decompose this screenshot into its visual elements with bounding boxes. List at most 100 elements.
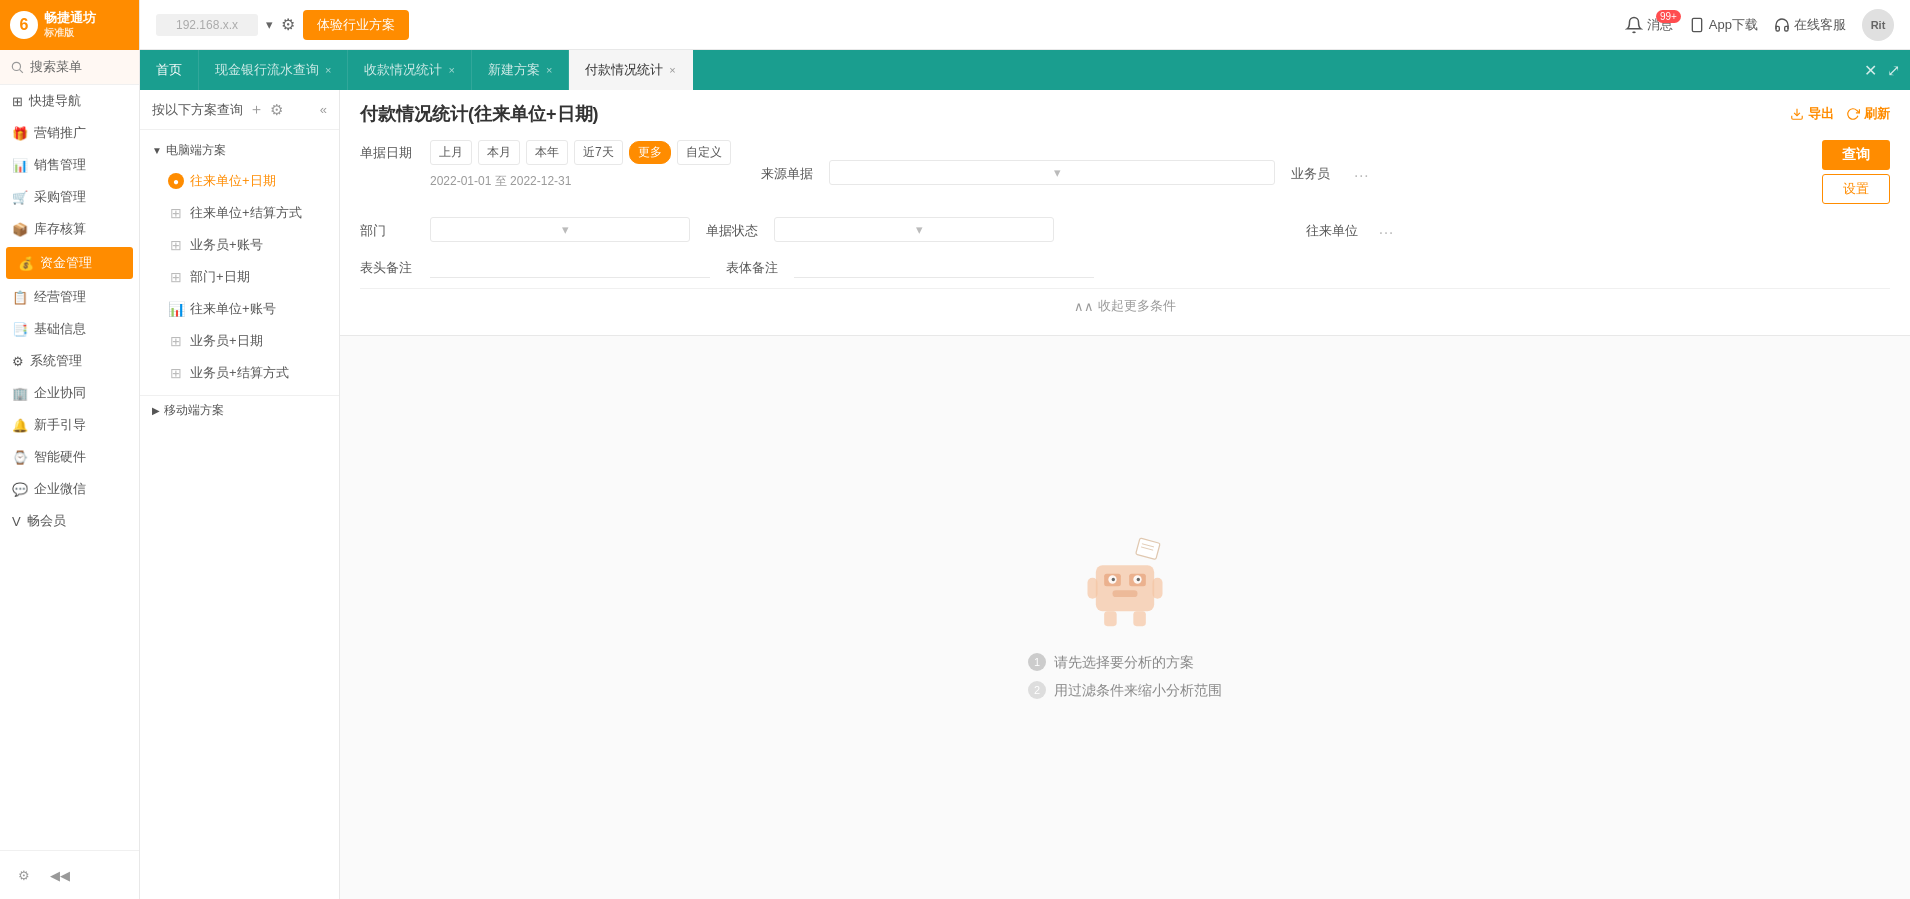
desktop-section-header[interactable]: ▼ 电脑端方案 xyxy=(140,136,339,165)
date-btn-this-month[interactable]: 本月 xyxy=(478,140,520,165)
sidebar-footer: ⚙ ◀◀ xyxy=(0,850,139,899)
marketing-icon: 🎁 xyxy=(12,126,28,141)
tab-expand-icon[interactable]: ⤢ xyxy=(1887,61,1900,80)
app-version: 标准版 xyxy=(44,26,96,40)
user-avatar[interactable]: Rit xyxy=(1862,9,1894,41)
app-download-btn[interactable]: App下载 xyxy=(1689,16,1758,34)
tab-new-scheme-close[interactable]: × xyxy=(546,64,552,76)
body-note-input[interactable] xyxy=(794,254,1094,278)
add-scheme-icon[interactable]: ＋ xyxy=(249,100,264,119)
date-btn-last-month[interactable]: 上月 xyxy=(430,140,472,165)
wechat-icon: 💬 xyxy=(12,482,28,497)
query-btn[interactable]: 查询 xyxy=(1822,140,1890,170)
sidebar-item-label: 新手引导 xyxy=(34,416,86,434)
sidebar-item-system[interactable]: ⚙ 系统管理 xyxy=(0,345,139,377)
tab-payment-stats[interactable]: 付款情况统计 × xyxy=(569,50,692,90)
notify-btn[interactable]: 消息 99+ xyxy=(1625,16,1673,34)
tip-num-2: 2 xyxy=(1028,681,1046,699)
sidebar-item-purchase[interactable]: 🛒 采购管理 xyxy=(0,181,139,213)
mobile-scheme-section: ▶ 移动端方案 xyxy=(140,395,339,425)
panel-collapse-icon[interactable]: « xyxy=(320,102,327,117)
scheme-item-staff-account[interactable]: ⊞ 业务员+账号 xyxy=(140,229,339,261)
page-actions: 导出 刷新 xyxy=(1790,105,1890,123)
scheme-item-partner-account[interactable]: 📊 往来单位+账号 xyxy=(140,293,339,325)
scheme-active-icon: ● xyxy=(168,173,184,189)
sidebar-item-marketing[interactable]: 🎁 营销推广 xyxy=(0,117,139,149)
notify-badge: 99+ xyxy=(1656,10,1681,23)
date-btn-this-year[interactable]: 本年 xyxy=(526,140,568,165)
tab-receipt-stats[interactable]: 收款情况统计 × xyxy=(348,50,471,90)
tab-bank-flow-close[interactable]: × xyxy=(325,64,331,76)
search-menu[interactable]: 搜索菜单 xyxy=(0,50,139,85)
tab-receipt-stats-close[interactable]: × xyxy=(448,64,454,76)
export-btn[interactable]: 导出 xyxy=(1790,105,1834,123)
service-icon xyxy=(1774,17,1790,33)
tab-bank-flow[interactable]: 现金银行流水查询 × xyxy=(199,50,348,90)
tab-home[interactable]: 首页 xyxy=(140,50,199,90)
date-btn-last-7days[interactable]: 近7天 xyxy=(574,140,623,165)
tip-text-2: 用过滤条件来缩小分析范围 xyxy=(1054,676,1222,704)
empty-state: 1 请先选择要分析的方案 2 用过滤条件来缩小分析范围 xyxy=(340,336,1910,899)
doc-status-select[interactable]: ▾ xyxy=(774,217,1054,242)
scheme-item-label: 业务员+日期 xyxy=(190,332,263,350)
settings-scheme-icon[interactable]: ⚙ xyxy=(270,101,283,119)
svg-rect-9 xyxy=(1088,577,1098,598)
date-btn-more[interactable]: 更多 xyxy=(629,141,671,164)
sidebar-item-label: 基础信息 xyxy=(34,320,86,338)
header-note-input[interactable] xyxy=(430,254,710,278)
system-icon: ⚙ xyxy=(12,354,24,369)
svg-point-0 xyxy=(12,62,20,70)
tab-payment-stats-close[interactable]: × xyxy=(669,64,675,76)
partner-selector[interactable]: … xyxy=(1374,216,1398,242)
tab-new-scheme-label: 新建方案 xyxy=(488,61,540,79)
sidebar-item-member[interactable]: V 畅会员 xyxy=(0,505,139,537)
scheme-grid-icon4: ⊞ xyxy=(168,333,184,349)
sidebar-item-operations[interactable]: 📋 经营管理 xyxy=(0,281,139,313)
tabs-bar-right: ✕ ⤢ xyxy=(1854,50,1910,90)
sidebar-item-guide[interactable]: 🔔 新手引导 xyxy=(0,409,139,441)
inventory-icon: 📦 xyxy=(12,222,28,237)
settings-filter-btn[interactable]: 设置 xyxy=(1822,174,1890,204)
sidebar-item-label: 畅会员 xyxy=(27,512,66,530)
trial-btn[interactable]: 体验行业方案 xyxy=(303,10,409,40)
app-download-label: App下载 xyxy=(1709,16,1758,34)
sidebar-item-basic-info[interactable]: 📑 基础信息 xyxy=(0,313,139,345)
svg-rect-12 xyxy=(1133,611,1146,626)
collapse-more-btn[interactable]: ∧∧ 收起更多条件 xyxy=(360,289,1890,323)
staff-selector[interactable]: … xyxy=(1349,159,1373,185)
topbar-dropdown-icon[interactable]: ▾ xyxy=(266,17,273,32)
scheme-item-staff-date[interactable]: ⊞ 业务员+日期 xyxy=(140,325,339,357)
scheme-item-dept-date[interactable]: ⊞ 部门+日期 xyxy=(140,261,339,293)
svg-rect-10 xyxy=(1153,577,1163,598)
sidebar-item-finance[interactable]: 💰 资金管理 xyxy=(6,247,133,279)
service-btn[interactable]: 在线客服 xyxy=(1774,16,1846,34)
sidebar-item-enterprise[interactable]: 🏢 企业协同 xyxy=(0,377,139,409)
sidebar-item-wechat[interactable]: 💬 企业微信 xyxy=(0,473,139,505)
date-btn-custom[interactable]: 自定义 xyxy=(677,140,731,165)
scheme-item-staff-settle[interactable]: ⊞ 业务员+结算方式 xyxy=(140,357,339,389)
scheme-item-partner-settle[interactable]: ⊞ 往来单位+结算方式 xyxy=(140,197,339,229)
svg-rect-11 xyxy=(1104,611,1117,626)
source-doc-select[interactable]: ▾ xyxy=(829,160,1276,185)
app-download-icon xyxy=(1689,17,1705,33)
tab-new-scheme[interactable]: 新建方案 × xyxy=(472,50,569,90)
topbar-gear-icon[interactable]: ⚙ xyxy=(281,15,295,34)
main-area: 192.168.x.x ▾ ⚙ 体验行业方案 消息 99+ App下载 在线客服… xyxy=(140,0,1910,899)
svg-rect-5 xyxy=(1096,565,1154,611)
sidebar-item-sales[interactable]: 📊 销售管理 xyxy=(0,149,139,181)
dept-select[interactable]: ▾ xyxy=(430,217,690,242)
mobile-section-header[interactable]: ▶ 移动端方案 xyxy=(140,396,339,425)
empty-tips: 1 请先选择要分析的方案 2 用过滤条件来缩小分析范围 xyxy=(1028,648,1222,704)
footer-collapse-icon[interactable]: ◀◀ xyxy=(46,861,74,889)
left-panel-title: 按以下方案查询 xyxy=(152,101,243,119)
desktop-section-arrow: ▼ xyxy=(152,145,162,156)
sidebar-item-inventory[interactable]: 📦 库存核算 xyxy=(0,213,139,245)
sidebar-item-label: 企业协同 xyxy=(34,384,86,402)
refresh-btn[interactable]: 刷新 xyxy=(1846,105,1890,123)
sidebar-item-quick-nav[interactable]: ⊞ 快捷导航 xyxy=(0,85,139,117)
scheme-item-partner-date[interactable]: ● 往来单位+日期 xyxy=(140,165,339,197)
tab-close-all-icon[interactable]: ✕ xyxy=(1864,61,1877,80)
sidebar-item-smart-hw[interactable]: ⌚ 智能硬件 xyxy=(0,441,139,473)
footer-settings-icon[interactable]: ⚙ xyxy=(10,861,38,889)
sidebar-nav: ⊞ 快捷导航 🎁 营销推广 📊 销售管理 🛒 采购管理 📦 库存核算 💰 资金管… xyxy=(0,85,139,850)
